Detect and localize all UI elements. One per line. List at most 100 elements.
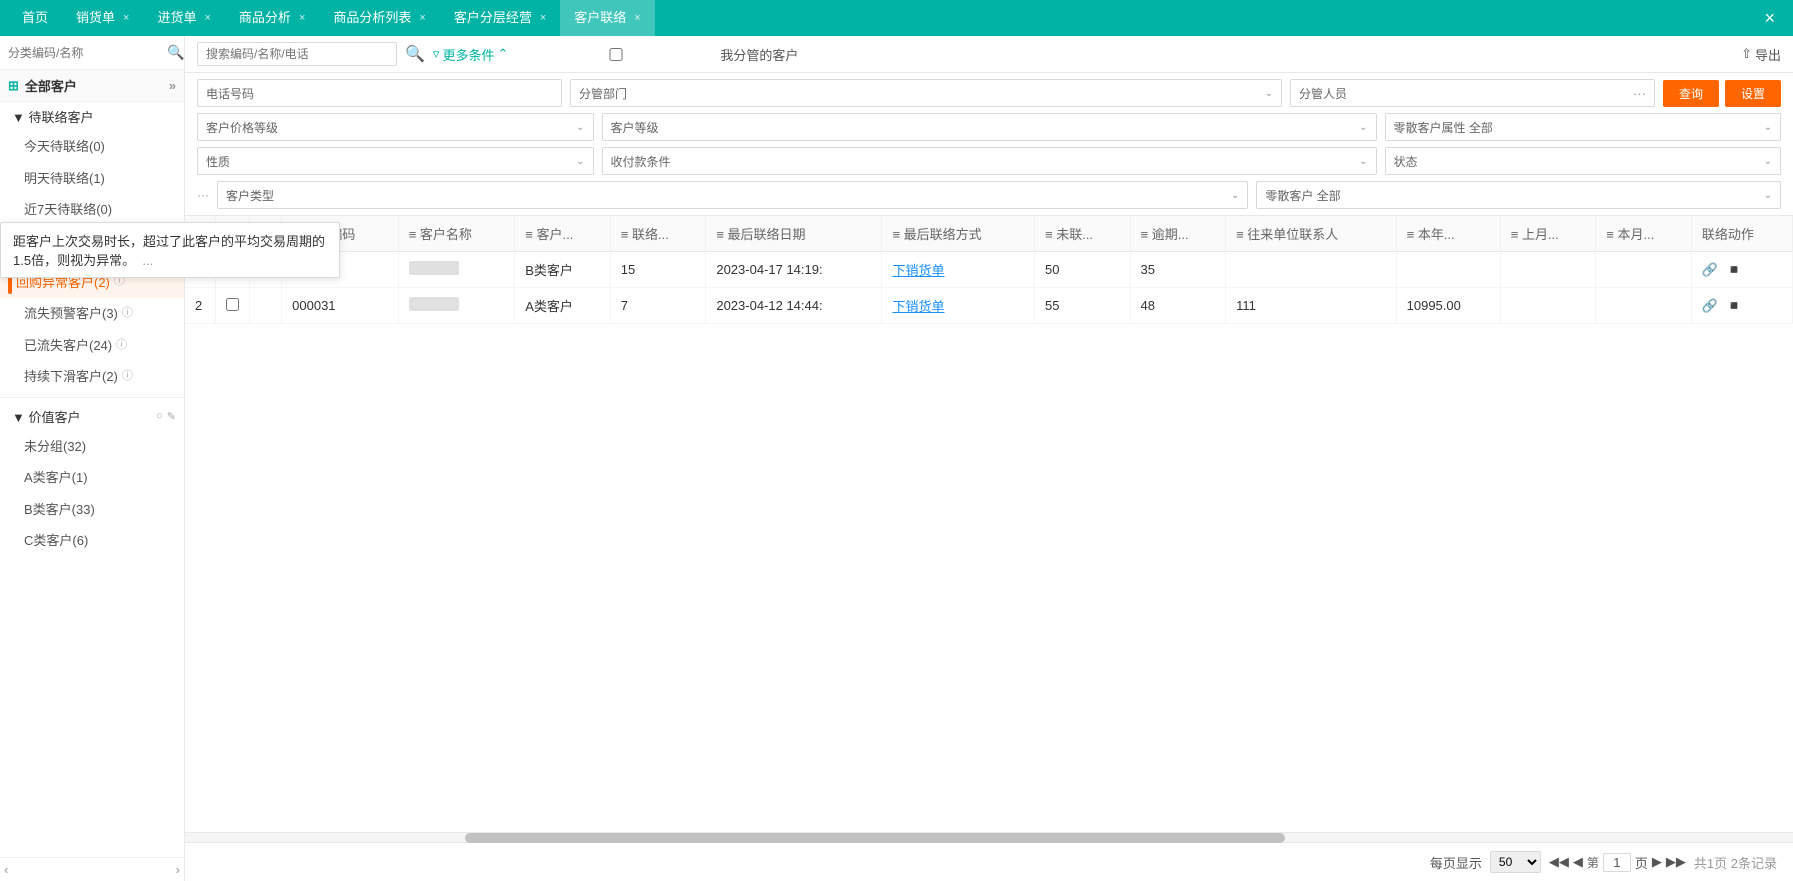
- filter-person[interactable]: 分管人员 ···: [1290, 79, 1655, 107]
- col-action[interactable]: 联络动作: [1691, 216, 1792, 252]
- nav-tab-customer-contact[interactable]: 客户联络 ×: [560, 0, 654, 36]
- row1-last-method[interactable]: 下销货单: [882, 252, 1035, 288]
- row2-settings: [249, 288, 282, 324]
- lost-prediction-info-icon[interactable]: ⓘ: [122, 304, 133, 324]
- row1-grid-icon[interactable]: ◾: [1726, 262, 1742, 278]
- col-last-month[interactable]: ≡ 上月...: [1500, 216, 1596, 252]
- filter-customer-level[interactable]: 客户等级 ⌄: [602, 113, 1377, 141]
- export-label: 导出: [1755, 45, 1781, 64]
- filter-price-level[interactable]: 客户价格等级 ⌄: [197, 113, 594, 141]
- row2-grid-icon[interactable]: ◾: [1726, 298, 1742, 314]
- query-button[interactable]: 查询: [1663, 80, 1719, 107]
- horizontal-scrollbar[interactable]: [185, 832, 1793, 842]
- col-overdue[interactable]: ≡ 逾期...: [1130, 216, 1226, 252]
- sidebar-item-a-class[interactable]: A类客户(1): [0, 462, 184, 494]
- sidebar-item-today[interactable]: 今天待联络(0): [0, 131, 184, 163]
- sidebar-item-b-class[interactable]: B类客户(33): [0, 494, 184, 526]
- nav-tab-purchase[interactable]: 进货单 ×: [143, 0, 224, 36]
- sidebar-item-unclassified[interactable]: 未分组(32): [0, 431, 184, 463]
- sidebar-bottom-right-icon[interactable]: ›: [176, 862, 180, 877]
- sidebar-search-input[interactable]: [8, 46, 163, 60]
- table-area: ⚙ ≡ 客户编码 ≡ 客户名称 ≡ 客户...: [185, 216, 1793, 832]
- col-last-method[interactable]: ≡ 最后联络方式: [882, 216, 1035, 252]
- row2-category: A类客户: [515, 288, 611, 324]
- value-customers-edit-icon[interactable]: ✎: [167, 410, 176, 423]
- filter-phone-label: 电话号码: [206, 85, 254, 102]
- more-conditions-button[interactable]: ▿ 更多条件 ⌃: [433, 45, 508, 64]
- search-button[interactable]: 🔍: [405, 44, 425, 64]
- nav-tab-customer-contact-label: 客户联络: [574, 0, 626, 36]
- col-this-month[interactable]: ≡ 本月...: [1596, 216, 1692, 252]
- sidebar-item-already-lost[interactable]: 已流失客户(24) ⓘ: [0, 330, 184, 361]
- settings-button[interactable]: 设置: [1725, 80, 1781, 107]
- nav-tab-sales[interactable]: 销货单 ×: [62, 0, 143, 36]
- nav-tab-product-list[interactable]: 商品分析列表 ×: [319, 0, 439, 36]
- col-category[interactable]: ≡ 客户...: [515, 216, 611, 252]
- sidebar-item-c-class[interactable]: C类客户(6): [0, 525, 184, 557]
- sidebar-value-customers[interactable]: ▼ 价值客户 ○ ✎: [0, 402, 184, 431]
- filter-customer-type[interactable]: 客户类型 ⌄: [217, 181, 1248, 209]
- row2-contact: 7: [610, 288, 706, 324]
- per-page-select[interactable]: 50 20 100: [1490, 851, 1541, 873]
- sidebar-item-lost-prediction[interactable]: 流失预警客户(3) ⓘ: [0, 298, 184, 329]
- col-contact[interactable]: ≡ 联络...: [610, 216, 706, 252]
- already-lost-info-icon[interactable]: ⓘ: [116, 336, 127, 356]
- nav-tab-customer-segment-close[interactable]: ×: [540, 0, 546, 36]
- row1-link-icon[interactable]: 🔗: [1702, 262, 1718, 278]
- filter-dotdot[interactable]: ···: [197, 188, 209, 202]
- window-close-button[interactable]: ×: [1754, 8, 1785, 29]
- filter-payment-arrow: ⌄: [1359, 156, 1367, 167]
- filter-dept[interactable]: 分管部门 ⌄: [570, 79, 1282, 107]
- sidebar-all-customers[interactable]: ⊞ 全部客户 »: [0, 70, 184, 102]
- filter-person-dots[interactable]: ···: [1633, 86, 1646, 101]
- col-company-contacts[interactable]: ≡ 往来单位联系人: [1226, 216, 1397, 252]
- nav-tab-product-list-close[interactable]: ×: [419, 0, 425, 36]
- prev-page-button[interactable]: ◀: [1573, 854, 1583, 870]
- col-name[interactable]: ≡ 客户名称: [398, 216, 515, 252]
- row2-last-method[interactable]: 下销货单: [882, 288, 1035, 324]
- nav-tab-customer-contact-close[interactable]: ×: [634, 0, 640, 36]
- value-customers-circle-icon[interactable]: ○: [156, 410, 163, 423]
- nav-tab-customer-segment[interactable]: 客户分层经营 ×: [440, 0, 560, 36]
- declining-info-icon[interactable]: ⓘ: [122, 367, 133, 387]
- main-layout: 🔍 ⊞ 全部客户 » ▼ 待联络客户 今天待联络(0) 明天待联络(1) 近7天…: [0, 36, 1793, 881]
- my-customer-filter: 我分管的客户: [516, 45, 798, 64]
- my-customer-checkbox[interactable]: [516, 48, 716, 61]
- sidebar-pending-contact[interactable]: ▼ 待联络客户: [0, 102, 184, 131]
- filter-retail-customer[interactable]: 零散客户 全部 ⌄: [1256, 181, 1781, 209]
- row1-this-month: [1596, 252, 1692, 288]
- scrollbar-thumb[interactable]: [465, 833, 1285, 843]
- nav-tab-product-analysis-close[interactable]: ×: [299, 0, 305, 36]
- filter-payment[interactable]: 收付款条件 ⌄: [602, 147, 1377, 175]
- search-input[interactable]: [197, 42, 397, 66]
- export-button[interactable]: ⇧ 导出: [1741, 45, 1781, 64]
- already-lost-label: 已流失客户(24): [24, 334, 112, 357]
- col-last-date[interactable]: ≡ 最后联络日期: [706, 216, 882, 252]
- filter-retail-attr[interactable]: 零散客户属性 全部 ⌄: [1385, 113, 1782, 141]
- lost-prediction-label: 流失预警客户(3): [24, 302, 118, 325]
- col-this-year[interactable]: ≡ 本年...: [1396, 216, 1500, 252]
- nav-tab-home[interactable]: 首页: [8, 0, 62, 36]
- filter-status[interactable]: 状态 ⌄: [1385, 147, 1782, 175]
- nav-tab-purchase-label: 进货单: [157, 0, 196, 36]
- nav-tab-sales-close[interactable]: ×: [123, 0, 129, 36]
- col-not-contacted[interactable]: ≡ 未联...: [1035, 216, 1131, 252]
- sidebar-item-tomorrow[interactable]: 明天待联络(1): [0, 163, 184, 195]
- filter-phone[interactable]: 电话号码: [197, 79, 562, 107]
- first-page-button[interactable]: ◀◀: [1549, 854, 1569, 870]
- current-page-input[interactable]: 1: [1603, 853, 1631, 872]
- row2-link-icon[interactable]: 🔗: [1702, 298, 1718, 314]
- sidebar-item-declining[interactable]: 持续下滑客户(2) ⓘ: [0, 361, 184, 392]
- sidebar-search-icon[interactable]: 🔍: [167, 44, 184, 61]
- last-page-button[interactable]: ▶▶: [1666, 854, 1686, 870]
- pagination-bar: 每页显示 50 20 100 ◀◀ ◀ 第 1 页 ▶ ▶▶ 共1页 2条记录: [185, 842, 1793, 881]
- next-page-button[interactable]: ▶: [1652, 854, 1662, 870]
- nav-tab-purchase-close[interactable]: ×: [204, 0, 210, 36]
- nav-tab-product-analysis[interactable]: 商品分析 ×: [225, 0, 319, 36]
- all-customers-label: 全部客户: [25, 76, 77, 95]
- filter-status-label: 状态: [1394, 153, 1418, 170]
- row2-select-checkbox[interactable]: [226, 298, 239, 311]
- grid-icon: ⊞: [8, 78, 19, 94]
- filter-nature[interactable]: 性质 ⌄: [197, 147, 594, 175]
- sidebar-bottom-left-icon[interactable]: ‹: [4, 862, 8, 877]
